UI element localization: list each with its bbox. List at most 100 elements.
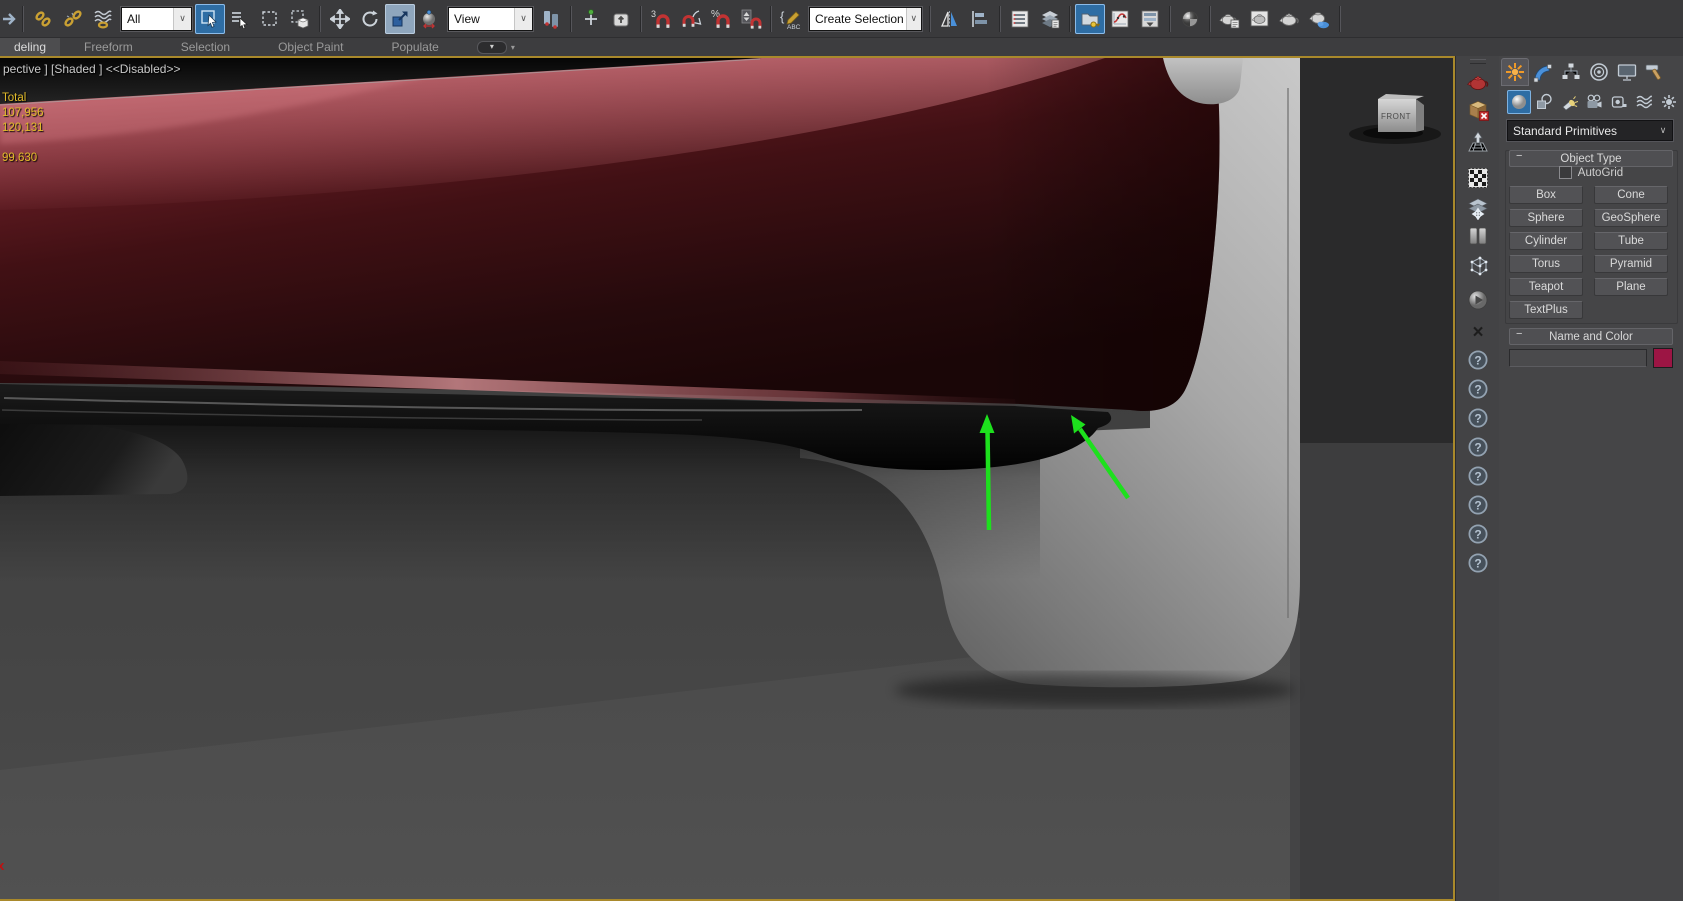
unknown-tool-icon-4[interactable]: ? [1464, 433, 1492, 461]
select-object-button[interactable] [195, 3, 225, 34]
ribbon-minimize-button[interactable]: ▾ [476, 40, 507, 54]
unknown-tool-icon-5[interactable]: ? [1464, 462, 1492, 490]
category-space-warps[interactable] [1632, 90, 1656, 114]
snap-toggle-3d-icon[interactable]: 3 [646, 4, 676, 34]
selection-filter-dropdown[interactable]: All ∨ [121, 6, 192, 31]
select-and-rotate-icon[interactable] [355, 4, 385, 34]
edit-named-selection-sets-icon[interactable]: {ABC [776, 4, 806, 34]
grid-up-arrow-icon[interactable] [1464, 128, 1492, 156]
redo-arrow-icon[interactable] [2, 4, 18, 34]
plane-button[interactable]: Plane [1594, 278, 1668, 296]
autogrid-row: AutoGrid [1499, 166, 1683, 179]
ribbon-tab-object-paint[interactable]: Object Paint [254, 38, 367, 56]
rendered-frame-window-icon[interactable] [1245, 4, 1275, 34]
command-panel: Standard Primitives ∨ − Object Type Auto… [1499, 56, 1683, 901]
box-button[interactable]: Box [1509, 186, 1583, 204]
category-geometry[interactable] [1507, 90, 1531, 114]
select-and-place-icon[interactable] [415, 4, 445, 34]
delete-box-icon[interactable] [1464, 96, 1492, 124]
select-and-move-icon[interactable] [325, 4, 355, 34]
toggle-scene-explorer-icon[interactable] [1005, 4, 1035, 34]
percent-snap-toggle-icon[interactable]: % [706, 4, 736, 34]
window-crossing-icon[interactable] [285, 4, 315, 34]
named-selection-sets-dropdown[interactable]: Create Selection Se ∨ [809, 6, 922, 31]
angle-snap-toggle-icon[interactable] [676, 4, 706, 34]
unknown-tool-icon-2[interactable]: ? [1464, 375, 1492, 403]
checker-pattern-icon[interactable] [1464, 164, 1492, 192]
category-cameras[interactable] [1582, 90, 1606, 114]
object-name-input[interactable] [1509, 349, 1647, 367]
wireframe-cube-icon[interactable] [1464, 252, 1492, 280]
bind-to-space-warp-icon[interactable] [88, 4, 118, 34]
stats-polys: 107,956 [2, 107, 44, 119]
perspective-viewport[interactable]: pective ] [Shaded ] <<Disabled>> Total 1… [0, 56, 1455, 901]
autogrid-checkbox[interactable] [1558, 166, 1572, 179]
schematic-view-icon[interactable] [1135, 4, 1165, 34]
unknown-tool-icon-3[interactable]: ? [1464, 404, 1492, 432]
play-ball-icon[interactable] [1464, 286, 1492, 314]
tab-create[interactable] [1501, 58, 1529, 86]
teapot-tool-icon[interactable] [1464, 68, 1492, 96]
sphere-button[interactable]: Sphere [1509, 209, 1583, 227]
ribbon-options-caret[interactable]: ▾ [511, 43, 515, 52]
geosphere-button[interactable]: GeoSphere [1594, 209, 1668, 227]
toolbar-separator [999, 5, 1001, 32]
torus-button[interactable]: Torus [1509, 255, 1583, 273]
toolbar-separator [570, 5, 572, 32]
unknown-tool-icon-8[interactable]: ? [1464, 549, 1492, 577]
pyramid-button[interactable]: Pyramid [1594, 255, 1668, 273]
stats-verts: 120,131 [2, 122, 44, 134]
rectangular-selection-region-icon[interactable] [255, 4, 285, 34]
close-x-icon[interactable]: × [1464, 318, 1492, 346]
select-and-link-icon[interactable] [28, 4, 58, 34]
object-color-swatch[interactable] [1653, 348, 1673, 368]
ribbon-tab-populate[interactable]: Populate [367, 38, 462, 56]
unknown-tool-icon-6[interactable]: ? [1464, 491, 1492, 519]
material-editor-icon[interactable] [1175, 4, 1205, 34]
viewport-canvas[interactable]: FRONT x [0, 58, 1453, 899]
select-and-manipulate-icon[interactable] [576, 4, 606, 34]
spinner-snap-toggle-icon[interactable] [736, 4, 766, 34]
category-lights[interactable] [1557, 90, 1581, 114]
curve-editor-icon[interactable] [1105, 4, 1135, 34]
tab-utilities[interactable] [1641, 58, 1669, 86]
render-in-cloud-icon[interactable] [1305, 4, 1335, 34]
category-systems[interactable] [1657, 90, 1681, 114]
tab-hierarchy[interactable] [1557, 58, 1585, 86]
ribbon-tab-selection[interactable]: Selection [157, 38, 254, 56]
unknown-tool-icon-1[interactable]: ? [1464, 346, 1492, 374]
stacked-layers-move-icon[interactable] [1464, 194, 1492, 222]
unknown-tool-icon-7[interactable]: ? [1464, 520, 1492, 548]
ribbon-tab-freeform[interactable]: Freeform [60, 38, 157, 56]
cone-button[interactable]: Cone [1594, 186, 1668, 204]
ribbon-tab-modeling[interactable]: deling [0, 38, 61, 56]
category-helpers[interactable] [1607, 90, 1631, 114]
cylinder-button[interactable]: Cylinder [1509, 232, 1583, 250]
align-icon[interactable] [965, 4, 995, 34]
toggle-ribbon-button[interactable] [1075, 3, 1105, 34]
name-color-rollout-header[interactable]: − Name and Color [1509, 328, 1673, 345]
category-shapes[interactable] [1532, 90, 1556, 114]
tab-modify[interactable] [1529, 58, 1557, 86]
teapot-button[interactable]: Teapot [1509, 278, 1583, 296]
tab-display[interactable] [1613, 58, 1641, 86]
mirror-icon[interactable] [935, 4, 965, 34]
render-setup-icon[interactable] [1215, 4, 1245, 34]
textplus-button[interactable]: TextPlus [1509, 301, 1583, 319]
render-production-icon[interactable] [1275, 4, 1305, 34]
tube-button[interactable]: Tube [1594, 232, 1668, 250]
select-and-uniform-scale-button[interactable] [385, 3, 415, 34]
use-pivot-point-center-icon[interactable] [536, 4, 566, 34]
chevron-down-icon: ∨ [173, 7, 191, 30]
object-type-rollout-header[interactable]: − Object Type [1509, 150, 1673, 167]
viewport-label[interactable]: pective ] [Shaded ] <<Disabled>> [3, 62, 180, 76]
toggle-layer-explorer-icon[interactable] [1035, 4, 1065, 34]
tab-motion[interactable] [1585, 58, 1613, 86]
dual-panels-icon[interactable] [1464, 222, 1492, 250]
select-by-name-icon[interactable] [225, 4, 255, 34]
toolbar-grip[interactable] [1470, 59, 1486, 64]
reference-coordinate-dropdown[interactable]: View ∨ [448, 6, 533, 31]
unlink-selection-icon[interactable] [58, 4, 88, 34]
keyboard-shortcut-override-icon[interactable] [606, 4, 636, 34]
primitive-category-dropdown[interactable]: Standard Primitives ∨ [1507, 120, 1673, 141]
